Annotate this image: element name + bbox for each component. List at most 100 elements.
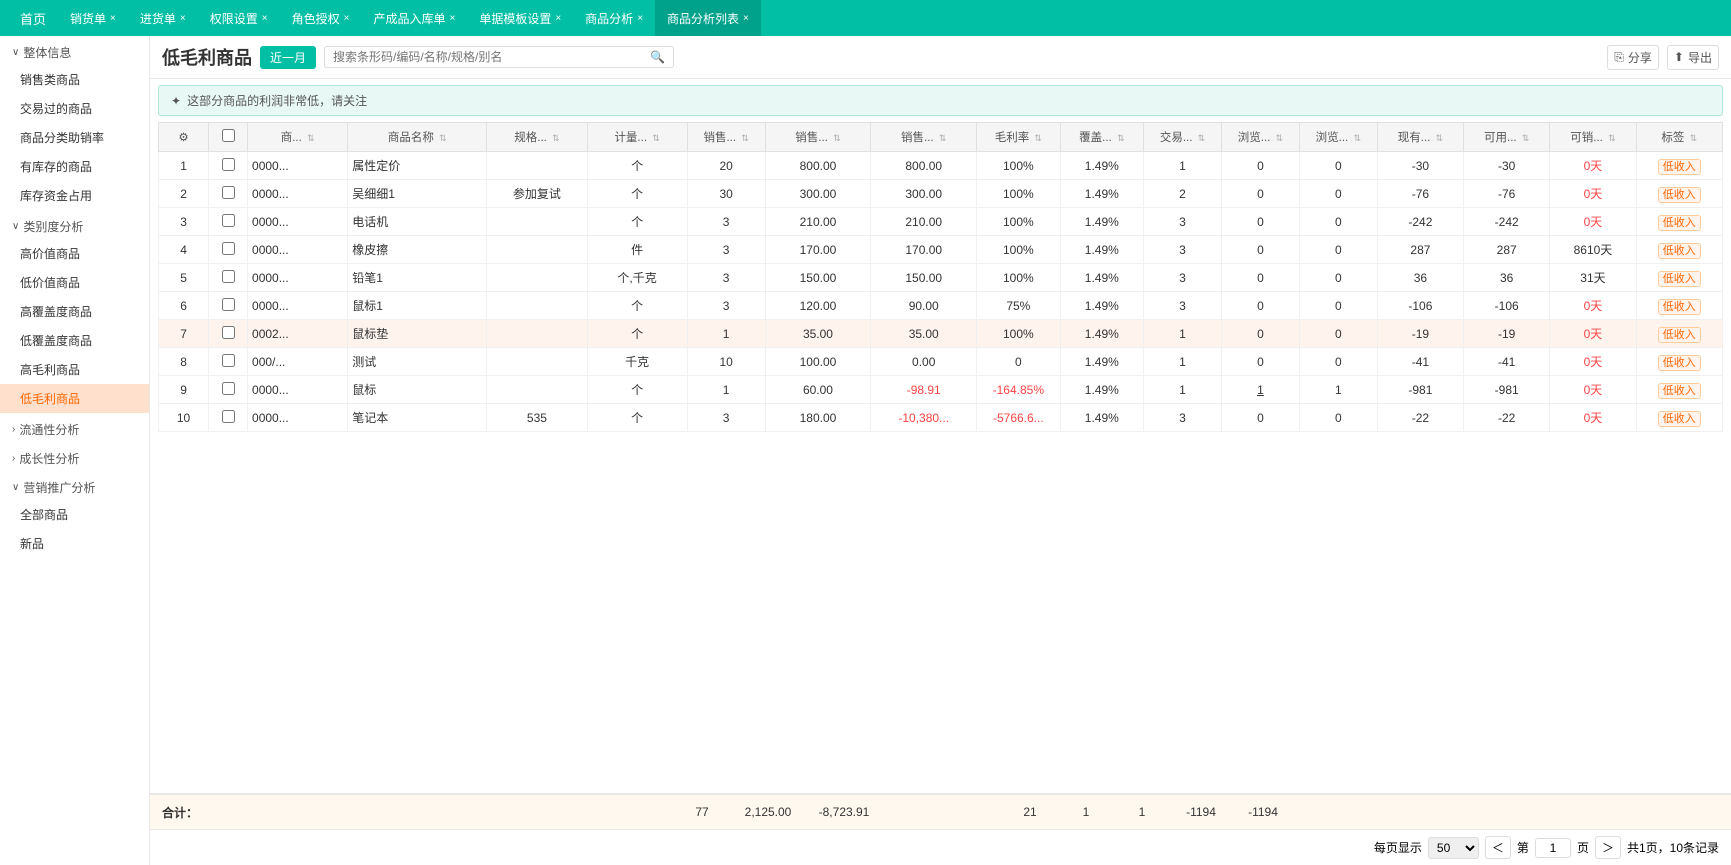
export-button[interactable]: ⬆ 导出 [1667,45,1719,70]
sidebar-item-high-margin[interactable]: 高毛利商品 [0,355,149,384]
per-page-select[interactable]: 50 100 200 [1428,837,1479,859]
col-header-avail[interactable]: 可用... ⇅ [1464,123,1550,152]
sidebar-item-high-value[interactable]: 高价值商品 [0,239,149,268]
sidebar-item-traded-goods[interactable]: 交易过的商品 [0,94,149,123]
cell-spec [487,152,587,180]
cell-checkbox[interactable] [209,264,248,292]
row-checkbox[interactable] [222,270,235,283]
row-checkbox[interactable] [222,298,235,311]
sidebar-item-new-goods[interactable]: 新品 [0,529,149,558]
cell-gross-rate: 75% [977,292,1060,320]
totals-browse2: 1 [1114,805,1170,819]
search-input[interactable] [333,50,650,64]
row-checkbox[interactable] [222,158,235,171]
page-title: 低毛利商品 [162,44,252,70]
tag-badge: 低收入 [1658,243,1701,259]
nav-template[interactable]: 单据模板设置 × [467,0,573,36]
row-checkbox[interactable] [222,214,235,227]
sidebar-item-high-coverage[interactable]: 高覆盖度商品 [0,297,149,326]
table-row: 8 000/... 测试 千克 10 100.00 0.00 0 1.49% 1… [159,348,1723,376]
cell-checkbox[interactable] [209,152,248,180]
col-header-checkbox[interactable] [209,123,248,152]
page-number-input[interactable] [1535,838,1571,858]
row-checkbox[interactable] [222,186,235,199]
close-icon[interactable]: × [110,13,116,24]
table-row: 2 0000... 吴细细1 参加复试 个 30 300.00 300.00 1… [159,180,1723,208]
sidebar-group-category[interactable]: ∨ 类别度分析 [0,210,149,239]
cell-checkbox[interactable] [209,292,248,320]
cell-checkbox[interactable] [209,348,248,376]
sidebar-group-marketing[interactable]: ∨ 营销推广分析 [0,471,149,500]
col-header-tag[interactable]: 标签 ⇅ [1636,123,1722,152]
nav-role-auth[interactable]: 角色授权 × [280,0,362,36]
nav-goods-analysis-list[interactable]: 商品分析列表 × [655,0,761,36]
col-header-trade[interactable]: 交易... ⇅ [1144,123,1222,152]
cell-avail: -22 [1464,404,1550,432]
col-header-sales-qty[interactable]: 销售... ⇅ [687,123,765,152]
cell-unit: 千克 [587,348,687,376]
sidebar-item-low-coverage[interactable]: 低覆盖度商品 [0,326,149,355]
col-header-spec[interactable]: 规格... ⇅ [487,123,587,152]
search-box[interactable]: 🔍 [324,46,674,68]
sidebar-group-growth[interactable]: › 成长性分析 [0,442,149,471]
next-page-button[interactable]: ＞ [1595,836,1621,859]
cell-checkbox[interactable] [209,180,248,208]
filter-recent-month-button[interactable]: 近一月 [260,46,316,69]
sidebar-item-category-rate[interactable]: 商品分类助销率 [0,123,149,152]
row-checkbox[interactable] [222,326,235,339]
sidebar-group-liquidity[interactable]: › 流通性分析 [0,413,149,442]
col-header-name[interactable]: 商品名称 ⇅ [348,123,487,152]
cell-checkbox[interactable] [209,404,248,432]
close-icon[interactable]: × [180,13,186,24]
col-header-browse1[interactable]: 浏览... ⇅ [1221,123,1299,152]
cell-browse1[interactable]: 1 [1221,376,1299,404]
sidebar-item-stock-goods[interactable]: 有库存的商品 [0,152,149,181]
nav-goods-analysis[interactable]: 商品分析 × [573,0,655,36]
sidebar-group-overall[interactable]: ∨ 整体信息 [0,36,149,65]
cell-checkbox[interactable] [209,208,248,236]
notice-banner: ✦ 这部分商品的利润非常低，请关注 [158,85,1723,116]
close-icon[interactable]: × [637,13,643,24]
col-header-gross-rate[interactable]: 毛利率 ⇅ [977,123,1060,152]
col-header-code[interactable]: 商... ⇅ [248,123,348,152]
row-checkbox[interactable] [222,242,235,255]
close-icon[interactable]: × [449,13,455,24]
col-header-settings[interactable]: ⚙ [159,123,209,152]
search-icon[interactable]: 🔍 [650,50,665,64]
row-checkbox[interactable] [222,354,235,367]
cell-gross-rate: 100% [977,320,1060,348]
cell-checkbox[interactable] [209,320,248,348]
cell-checkbox[interactable] [209,236,248,264]
col-header-cover[interactable]: 覆盖... ⇅ [1060,123,1143,152]
nav-purchase[interactable]: 进货单 × [128,0,198,36]
prev-page-button[interactable]: ＜ [1485,836,1511,859]
col-header-unit[interactable]: 计量... ⇅ [587,123,687,152]
row-checkbox[interactable] [222,382,235,395]
close-icon[interactable]: × [344,13,350,24]
close-icon[interactable]: × [743,13,749,24]
table-container[interactable]: ⚙ 商... ⇅ 商品名称 ⇅ 规格... ⇅ 计量... ⇅ 销售... ⇅ … [150,122,1731,793]
nav-product-inbound[interactable]: 产成品入库单 × [361,0,467,36]
sidebar-item-sales-goods[interactable]: 销售类商品 [0,65,149,94]
cell-avail: -41 [1464,348,1550,376]
select-all-checkbox[interactable] [222,129,235,142]
col-header-current[interactable]: 现有... ⇅ [1377,123,1463,152]
nav-sales[interactable]: 销货单 × [58,0,128,36]
col-header-sales-profit[interactable]: 销售... ⇅ [871,123,977,152]
nav-home[interactable]: 首页 [8,0,58,36]
col-header-browse2[interactable]: 浏览... ⇅ [1299,123,1377,152]
cell-spec [487,320,587,348]
sidebar-item-stock-capital[interactable]: 库存资金占用 [0,181,149,210]
cell-checkbox[interactable] [209,376,248,404]
nav-permissions[interactable]: 权限设置 × [198,0,280,36]
share-button[interactable]: ⎘ 分享 [1607,45,1659,70]
row-checkbox[interactable] [222,410,235,423]
close-icon[interactable]: × [262,13,268,24]
sidebar-item-low-margin[interactable]: 低毛利商品 [0,384,149,413]
close-icon[interactable]: × [555,13,561,24]
col-header-sales-amt[interactable]: 销售... ⇅ [765,123,871,152]
sidebar-item-all-goods[interactable]: 全部商品 [0,500,149,529]
table-header-row: ⚙ 商... ⇅ 商品名称 ⇅ 规格... ⇅ 计量... ⇅ 销售... ⇅ … [159,123,1723,152]
sidebar-item-low-value[interactable]: 低价值商品 [0,268,149,297]
col-header-saleable[interactable]: 可销... ⇅ [1550,123,1636,152]
